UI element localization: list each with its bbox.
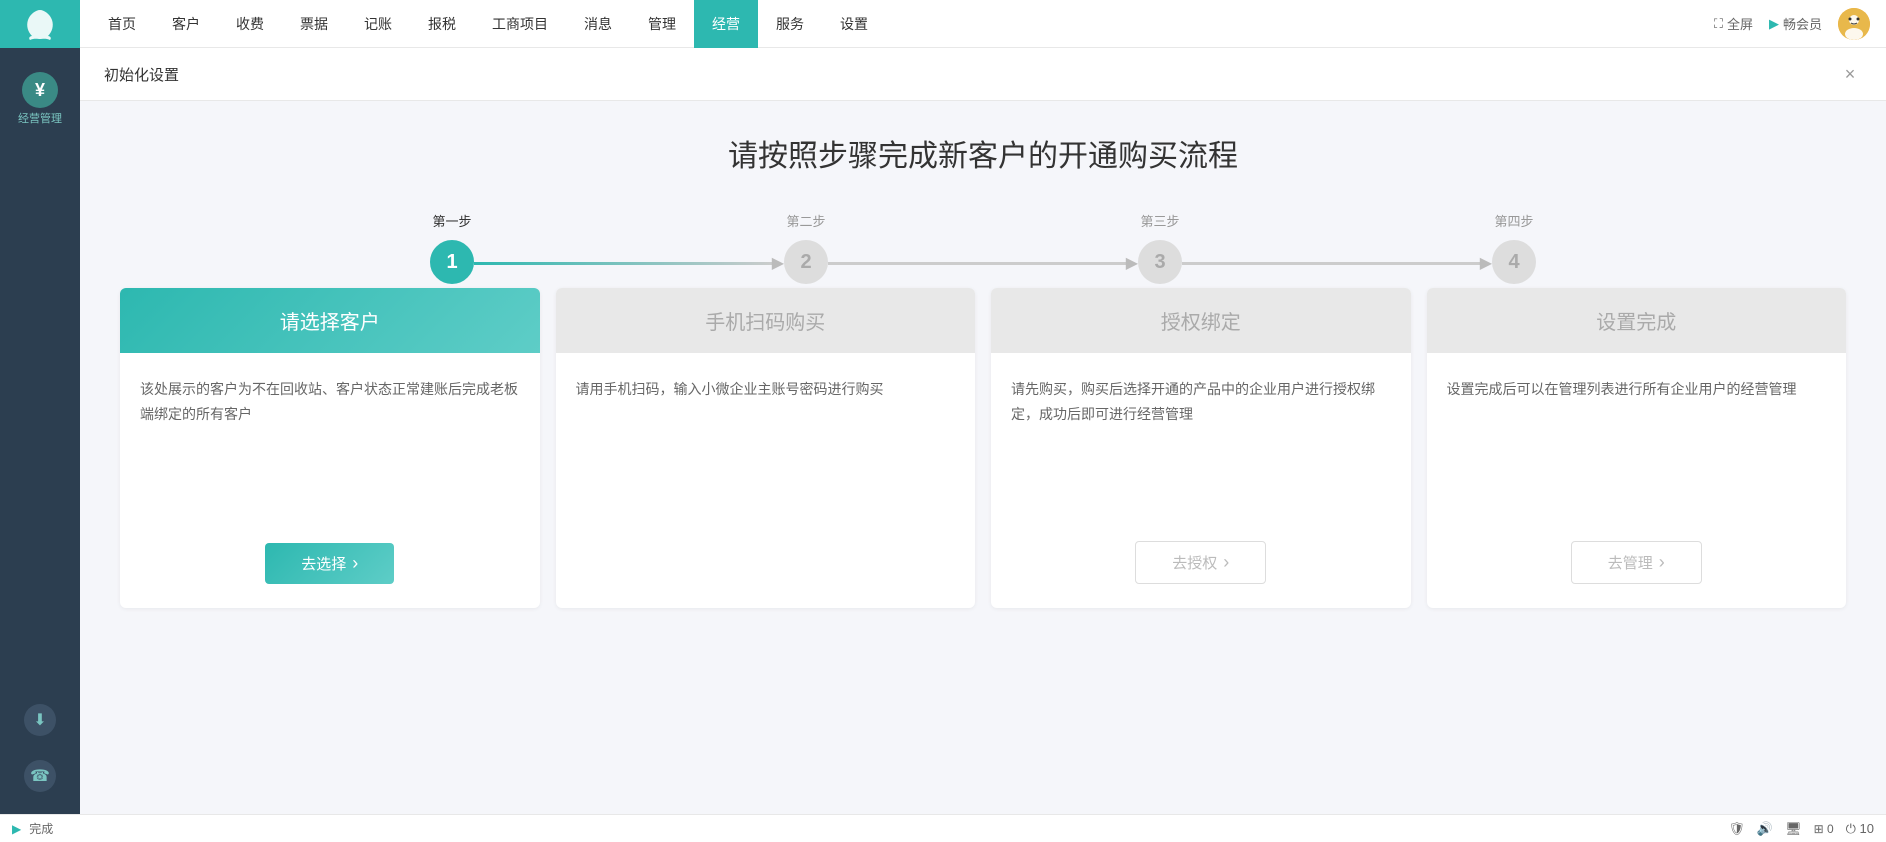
step-4-col: 第四步 4 <box>1492 211 1536 284</box>
nav-item-home[interactable]: 首页 <box>90 0 154 48</box>
card-4-body: 设置完成后可以在管理列表进行所有企业用户的经营管理 <box>1427 353 1847 525</box>
card-1-footer: 去选择 › <box>120 527 540 608</box>
yuan-icon: ¥ <box>22 72 58 108</box>
fullscreen-button[interactable]: ⛶ 全屏 <box>1714 14 1753 33</box>
nav-item-service[interactable]: 服务 <box>758 0 822 48</box>
play-icon: ▶ <box>1769 16 1779 32</box>
cards-row: 请选择客户 该处展示的客户为不在回收站、客户状态正常建账后完成老板端绑定的所有客… <box>120 288 1846 608</box>
card-3-body: 请先购买，购买后选择开通的产品中的企业用户进行授权绑定，成功后即可进行经营管理 <box>991 353 1411 525</box>
nav-item-fee[interactable]: 收费 <box>218 0 282 48</box>
connector-3-4: ▶ <box>1182 211 1492 273</box>
nav-item-bill[interactable]: 票据 <box>282 0 346 48</box>
play-status-icon: ▶ <box>12 822 21 836</box>
status-bar-right: 🛡 🔊 🖥 ⊞ 0 ⏻ 10 <box>1728 821 1874 837</box>
card-3-footer: 去授权 › <box>991 525 1411 608</box>
status-bar: ▶ 完成 🛡 🔊 🖥 ⊞ 0 ⏻ 10 <box>0 814 1886 842</box>
step-card-4: 设置完成 设置完成后可以在管理列表进行所有企业用户的经营管理 去管理 › <box>1427 288 1847 608</box>
step-4-circle: 4 <box>1492 240 1536 284</box>
logo-icon <box>22 6 58 42</box>
card-2-header: 手机扫码购买 <box>556 288 976 353</box>
step-1-circle: 1 <box>430 240 474 284</box>
step-indicators: 第一步 1 ▶ 第二步 2 <box>120 211 1846 284</box>
go-authorize-button[interactable]: 去授权 › <box>1135 541 1266 584</box>
nav-right: ⛶ 全屏 ▶ 畅会员 <box>1714 8 1886 40</box>
page-header: 初始化设置 × <box>80 48 1886 101</box>
connector-1-2: ▶ <box>474 211 784 273</box>
step-card-1: 请选择客户 该处展示的客户为不在回收站、客户状态正常建账后完成老板端绑定的所有客… <box>120 288 540 608</box>
display-icon: 🖥 <box>1785 821 1802 837</box>
nav-item-settings[interactable]: 设置 <box>822 0 886 48</box>
card-4-footer: 去管理 › <box>1427 525 1847 608</box>
steps-container: 请按照步骤完成新客户的开通购买流程 第一步 1 ▶ 第二步 <box>80 101 1886 638</box>
step-1-label: 第一步 <box>432 211 471 230</box>
sidebar: ¥ 经营管理 ⬇ ☎ <box>0 48 80 814</box>
page-title: 初始化设置 <box>104 64 179 85</box>
download-icon: ⬇ <box>24 704 56 736</box>
vip-button[interactable]: ▶ 畅会员 <box>1769 14 1822 33</box>
top-nav: 首页 客户 收费 票据 记账 报税 工商项目 消息 管理 经营 服务 设置 ⛶ … <box>0 0 1886 48</box>
nav-item-business[interactable]: 工商项目 <box>474 0 566 48</box>
sound-icon: 🔊 <box>1757 821 1773 837</box>
network-indicator: ⊞ 0 <box>1814 822 1834 836</box>
card-2-body: 请用手机扫码，输入小微企业主账号密码进行购买 <box>556 353 976 568</box>
card-3-header: 授权绑定 <box>991 288 1411 353</box>
nav-items: 首页 客户 收费 票据 记账 报税 工商项目 消息 管理 经营 服务 设置 <box>90 0 1714 48</box>
arrow-icon-4: › <box>1659 552 1665 573</box>
nav-item-account[interactable]: 记账 <box>346 0 410 48</box>
step-3-label: 第三步 <box>1140 211 1179 230</box>
step-card-2: 手机扫码购买 请用手机扫码，输入小微企业主账号密码进行购买 <box>556 288 976 608</box>
sidebar-support[interactable]: ☎ <box>0 750 80 802</box>
go-manage-button[interactable]: 去管理 › <box>1571 541 1702 584</box>
support-icon: ☎ <box>24 760 56 792</box>
logo-area <box>0 0 80 48</box>
step-2-label: 第二步 <box>786 211 825 230</box>
fullscreen-icon: ⛶ <box>1714 16 1723 32</box>
close-button[interactable]: × <box>1838 62 1862 86</box>
step-4-label: 第四步 <box>1494 211 1533 230</box>
card-4-header: 设置完成 <box>1427 288 1847 353</box>
arrow-icon-1: › <box>352 553 358 574</box>
go-select-button[interactable]: 去选择 › <box>265 543 394 584</box>
nav-item-tax[interactable]: 报税 <box>410 0 474 48</box>
step-2-col: 第二步 2 <box>784 211 828 284</box>
card-1-header: 请选择客户 <box>120 288 540 353</box>
status-bar-left: ▶ 完成 <box>12 820 53 837</box>
arrow-icon-3: › <box>1223 552 1229 573</box>
avatar[interactable] <box>1838 8 1870 40</box>
steps-heading: 请按照步骤完成新客户的开通购买流程 <box>120 131 1846 175</box>
shield-icon: 🛡 <box>1728 821 1745 837</box>
sidebar-item-main[interactable]: ¥ 经营管理 <box>0 60 80 138</box>
step-3-col: 第三步 3 <box>1138 211 1182 284</box>
sidebar-download[interactable]: ⬇ <box>0 694 80 746</box>
connector-2-3: ▶ <box>828 211 1138 273</box>
power-icon: ⏻ 10 <box>1846 821 1874 837</box>
card-1-body: 该处展示的客户为不在回收站、客户状态正常建账后完成老板端绑定的所有客户 <box>120 353 540 527</box>
step-1-col: 第一步 1 <box>430 211 474 284</box>
nav-item-operation[interactable]: 经营 <box>694 0 758 48</box>
sidebar-bottom: ⬇ ☎ <box>0 694 80 814</box>
step-3-circle: 3 <box>1138 240 1182 284</box>
nav-item-customer[interactable]: 客户 <box>154 0 218 48</box>
status-text: 完成 <box>29 820 53 837</box>
nav-item-manage[interactable]: 管理 <box>630 0 694 48</box>
card-2-footer <box>556 568 976 608</box>
main-content: 初始化设置 × 请按照步骤完成新客户的开通购买流程 第一步 1 ▶ <box>80 48 1886 814</box>
nav-item-message[interactable]: 消息 <box>566 0 630 48</box>
step-card-3: 授权绑定 请先购买，购买后选择开通的产品中的企业用户进行授权绑定，成功后即可进行… <box>991 288 1411 608</box>
step-2-circle: 2 <box>784 240 828 284</box>
